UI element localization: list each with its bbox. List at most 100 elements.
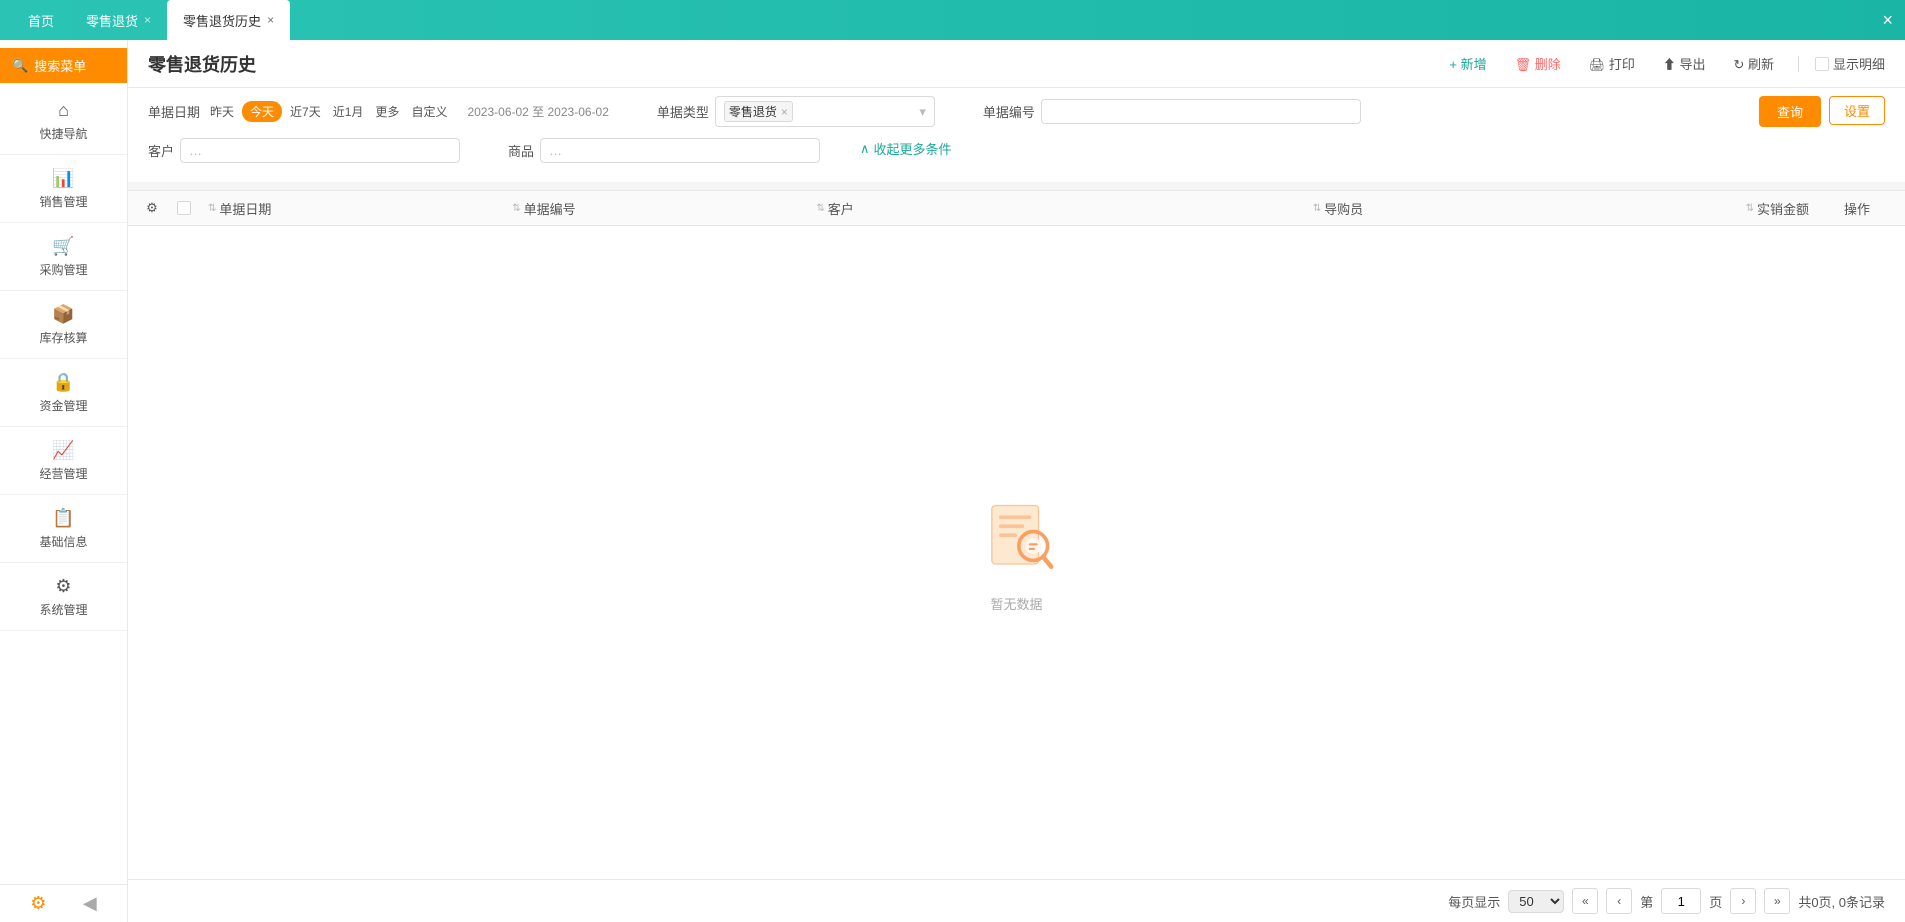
date-btn-custom[interactable]: 自定义 bbox=[407, 101, 451, 122]
print-button[interactable]: 🖨 打印 bbox=[1581, 50, 1643, 77]
goods-filter: 商品 … bbox=[508, 138, 820, 163]
doc-no-filter: 单据编号 bbox=[983, 99, 1361, 124]
settings-icon[interactable]: ⚙ bbox=[30, 893, 46, 914]
sidebar-item-quick-nav[interactable]: ⌂ 快捷导航 bbox=[0, 87, 127, 155]
add-button[interactable]: + 新增 bbox=[1441, 50, 1494, 77]
sidebar-bottom: ⚙ ◀ bbox=[0, 884, 127, 922]
finance-icon: 🔒 bbox=[53, 371, 75, 393]
th-customer[interactable]: ⇅ 客户 bbox=[808, 199, 1304, 218]
setting-button[interactable]: 设置 bbox=[1829, 96, 1885, 125]
header-checkbox bbox=[177, 201, 191, 215]
th-guide-label: 导购员 bbox=[1324, 199, 1363, 218]
doc-type-tag-text: 零售退货 bbox=[729, 103, 777, 120]
page-next-button[interactable]: › bbox=[1730, 888, 1756, 914]
per-page-label: 每页显示 bbox=[1448, 892, 1500, 911]
sidebar-item-basic-info[interactable]: 📋 基础信息 bbox=[0, 495, 127, 563]
delete-button[interactable]: 🗑 删除 bbox=[1507, 50, 1569, 77]
basic-info-icon: 📋 bbox=[53, 507, 75, 529]
show-detail-checkbox[interactable]: 显示明细 bbox=[1815, 54, 1885, 73]
date-filter: 单据日期 昨天 今天 近7天 近1月 更多 自定义 bbox=[148, 101, 451, 122]
empty-text: 暂无数据 bbox=[990, 594, 1042, 613]
refresh-button[interactable]: ↻ 刷新 bbox=[1725, 50, 1782, 77]
th-amount-label: 实销金额 bbox=[1757, 199, 1809, 218]
date-btn-yesterday[interactable]: 昨天 bbox=[206, 101, 238, 122]
date-btn-more[interactable]: 更多 bbox=[371, 101, 403, 122]
doc-type-selected-wrapper: 零售退货 × bbox=[724, 101, 793, 122]
sidebar-item-purchase-mgmt[interactable]: 🛒 采购管理 bbox=[0, 223, 127, 291]
th-op-label: 操作 bbox=[1844, 199, 1870, 218]
page-prev-button[interactable]: ‹ bbox=[1606, 888, 1632, 914]
sort-icon: ⇅ bbox=[208, 203, 216, 214]
th-settings[interactable]: ⚙ bbox=[136, 200, 168, 216]
tab-home[interactable]: 首页 bbox=[12, 0, 70, 40]
toolbar-divider bbox=[1798, 56, 1799, 72]
customer-select[interactable]: … bbox=[180, 138, 460, 163]
page-number-input[interactable] bbox=[1661, 888, 1701, 914]
sidebar-item-inventory[interactable]: 📦 库存核算 bbox=[0, 291, 127, 359]
th-doc-no[interactable]: ⇅ 单据编号 bbox=[504, 199, 808, 218]
operations-icon: 📈 bbox=[53, 439, 75, 461]
th-checkbox[interactable] bbox=[168, 201, 200, 215]
page-label: 第 bbox=[1640, 892, 1653, 911]
page-unit: 页 bbox=[1709, 892, 1722, 911]
sidebar-item-label: 销售管理 bbox=[39, 193, 87, 210]
tab-retail-return-history-label: 零售退货历史 bbox=[183, 11, 261, 30]
sidebar-item-finance[interactable]: 🔒 资金管理 bbox=[0, 359, 127, 427]
total-text: 共0页, 0条记录 bbox=[1798, 892, 1885, 911]
goods-label: 商品 bbox=[508, 141, 534, 160]
export-button[interactable]: ⬆ 导出 bbox=[1655, 50, 1714, 77]
chevron-down-icon: ▾ bbox=[919, 104, 926, 120]
customer-placeholder: … bbox=[189, 143, 202, 158]
doc-no-input[interactable] bbox=[1041, 99, 1361, 124]
query-button[interactable]: 查询 bbox=[1759, 96, 1821, 127]
per-page-select[interactable]: 50 10 20 100 bbox=[1508, 890, 1564, 913]
sidebar-search[interactable]: 🔍 搜索菜单 bbox=[0, 48, 127, 83]
tab-list: 首页 零售退货 × 零售退货历史 × bbox=[12, 0, 1882, 40]
date-buttons: 昨天 今天 近7天 近1月 更多 自定义 bbox=[206, 101, 451, 122]
sidebar-item-operations[interactable]: 📈 经营管理 bbox=[0, 427, 127, 495]
window-close-button[interactable]: × bbox=[1882, 10, 1893, 31]
doc-type-label: 单据类型 bbox=[657, 102, 709, 121]
empty-state: 暂无数据 bbox=[128, 226, 1905, 879]
tab-retail-return-history[interactable]: 零售退货历史 × bbox=[167, 0, 290, 40]
chevron-up-icon: ∧ bbox=[860, 141, 870, 157]
th-amount[interactable]: ⇅ 实销金额 bbox=[1561, 199, 1817, 218]
goods-select[interactable]: … bbox=[540, 138, 820, 163]
doc-type-select[interactable]: 零售退货 × ▾ bbox=[715, 96, 935, 127]
layout: 🔍 搜索菜单 ⌂ 快捷导航 📊 销售管理 🛒 采购管理 📦 库存核算 🔒 资金管… bbox=[0, 40, 1905, 922]
collapse-button[interactable]: ∧ 收起更多条件 bbox=[860, 139, 952, 158]
date-btn-today[interactable]: 今天 bbox=[242, 101, 282, 122]
sort-icon: ⇅ bbox=[816, 203, 824, 214]
tab-retail-return[interactable]: 零售退货 × bbox=[70, 0, 167, 40]
system-icon: ⚙ bbox=[53, 575, 75, 597]
tab-retail-return-history-close[interactable]: × bbox=[267, 13, 274, 27]
filter-row-2: 客户 … 商品 … ∧ 收起更多条件 bbox=[148, 135, 1885, 166]
th-op: 操作 bbox=[1817, 199, 1897, 218]
sidebar: 🔍 搜索菜单 ⌂ 快捷导航 📊 销售管理 🛒 采购管理 📦 库存核算 🔒 资金管… bbox=[0, 40, 128, 922]
th-guide[interactable]: ⇅ 导购员 bbox=[1305, 199, 1561, 218]
doc-type-tag: 零售退货 × bbox=[724, 101, 793, 122]
sidebar-item-label: 基础信息 bbox=[39, 533, 87, 550]
toggle-icon[interactable]: ◀ bbox=[83, 893, 97, 914]
date-btn-7days[interactable]: 近7天 bbox=[286, 101, 325, 122]
doc-type-tag-remove[interactable]: × bbox=[781, 105, 788, 119]
th-doc-no-label: 单据编号 bbox=[524, 199, 576, 218]
tab-retail-return-close[interactable]: × bbox=[144, 13, 151, 27]
date-range-display: 2023-06-02 至 2023-06-02 bbox=[467, 103, 608, 120]
page-first-button[interactable]: « bbox=[1572, 888, 1598, 914]
quick-nav-icon: ⌂ bbox=[53, 99, 75, 121]
sidebar-item-sales-mgmt[interactable]: 📊 销售管理 bbox=[0, 155, 127, 223]
show-detail-label: 显示明细 bbox=[1833, 54, 1885, 73]
date-filter-label: 单据日期 bbox=[148, 102, 200, 121]
sidebar-item-system-mgmt[interactable]: ⚙ 系统管理 bbox=[0, 563, 127, 631]
page-title-row: 零售退货历史 + 新增 🗑 删除 🖨 打印 ⬆ 导出 ↻ 刷新 显示明细 bbox=[148, 50, 1885, 77]
table-container: ⚙ ⇅ 单据日期 ⇅ 单据编号 ⇅ 客户 ⇅ bbox=[128, 190, 1905, 922]
th-date[interactable]: ⇅ 单据日期 bbox=[200, 199, 504, 218]
table-header: ⚙ ⇅ 单据日期 ⇅ 单据编号 ⇅ 客户 ⇅ bbox=[128, 190, 1905, 226]
date-range-text: 2023-06-02 至 2023-06-02 bbox=[467, 103, 608, 120]
page-header: 零售退货历史 + 新增 🗑 删除 🖨 打印 ⬆ 导出 ↻ 刷新 显示明细 bbox=[128, 40, 1905, 88]
page-last-button[interactable]: » bbox=[1764, 888, 1790, 914]
filter-actions: 查询 设置 bbox=[1759, 96, 1885, 127]
doc-type-filter: 单据类型 零售退货 × ▾ bbox=[657, 96, 935, 127]
date-btn-1month[interactable]: 近1月 bbox=[329, 101, 368, 122]
